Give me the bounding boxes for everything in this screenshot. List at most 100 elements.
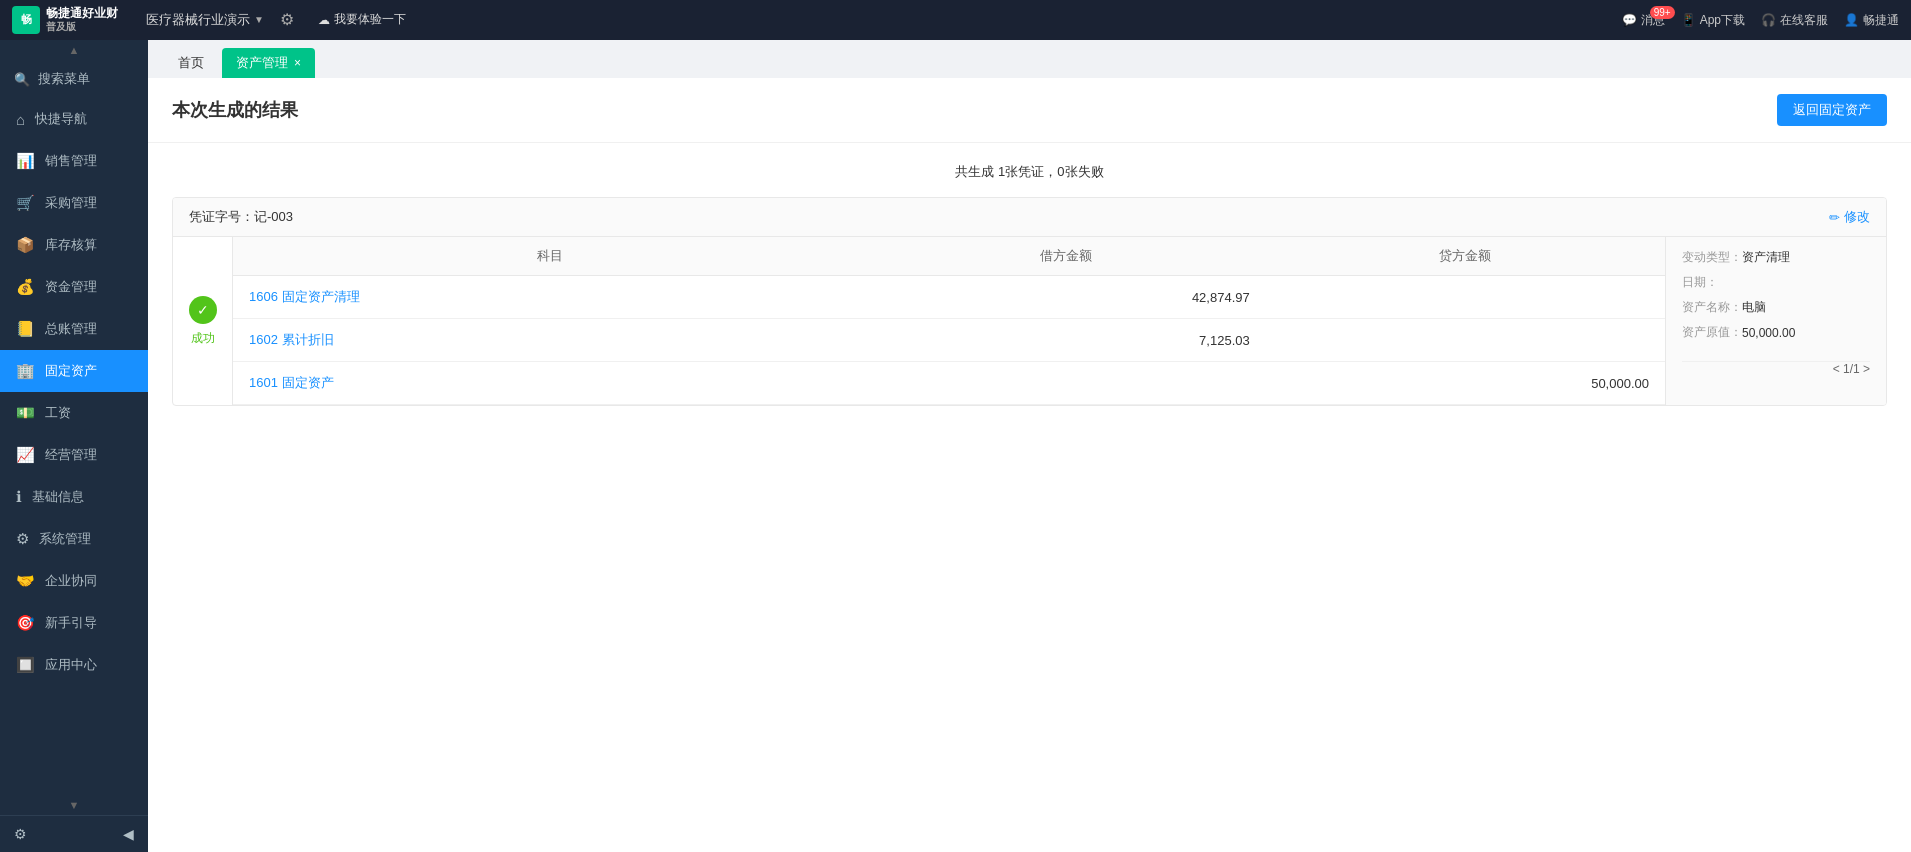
result-summary: 共生成 1张凭证，0张失败 — [148, 143, 1911, 197]
header-right: 💬 消息 99+ 📱 App下载 🎧 在线客服 👤 畅捷通 — [1622, 12, 1899, 29]
asset-value-row: 资产原值： 50,000.00 — [1682, 324, 1870, 341]
operations-label: 经营管理 — [45, 446, 97, 464]
basic-info-label: 基础信息 — [32, 488, 84, 506]
voucher-table: 科目 借方金额 贷方金额 1606 固定资产清理 42,874.97 — [233, 237, 1666, 405]
sidebar-item-operations[interactable]: 📈 经营管理 — [0, 434, 148, 476]
basic-info-icon: ℹ — [16, 488, 22, 506]
sidebar-item-inventory[interactable]: 📦 库存核算 — [0, 224, 148, 266]
row3-credit: 50,000.00 — [1266, 362, 1665, 405]
edit-button[interactable]: ✏ 修改 — [1829, 208, 1870, 226]
guide-label: 新手引导 — [45, 614, 97, 632]
app-logo-text-block: 畅捷通好业财 普及版 — [46, 6, 118, 34]
voucher-status: ✓ 成功 — [173, 237, 233, 405]
app-download-label: App下载 — [1700, 12, 1745, 29]
experience-button[interactable]: ☁ 我要体验一下 — [318, 11, 406, 28]
online-service-label: 在线客服 — [1780, 12, 1828, 29]
success-text: 成功 — [191, 330, 215, 347]
messages-button[interactable]: 💬 消息 99+ — [1622, 12, 1665, 29]
page-title: 本次生成的结果 — [172, 98, 298, 122]
tab-asset-management[interactable]: 资产管理 × — [222, 48, 315, 78]
sidebar-item-quick-nav[interactable]: ⌂ 快捷导航 — [0, 98, 148, 140]
messages-badge: 99+ — [1650, 6, 1675, 19]
asset-value-label: 资产原值： — [1682, 324, 1742, 341]
sidebar: ▲ 🔍 搜索菜单 ⌂ 快捷导航 📊 销售管理 🛒 采购管理 📦 库存 — [0, 40, 148, 852]
voucher-number: 凭证字号：记-003 — [189, 208, 293, 226]
tab-close-icon[interactable]: × — [294, 56, 301, 70]
change-type-row: 变动类型： 资产清理 — [1682, 249, 1870, 266]
sidebar-search[interactable]: 🔍 搜索菜单 — [0, 60, 148, 98]
row3-debit — [866, 362, 1265, 405]
asset-name-label: 资产名称： — [1682, 299, 1742, 316]
sidebar-scroll-up[interactable]: ▲ — [0, 40, 148, 60]
sidebar-item-app-center[interactable]: 🔲 应用中心 — [0, 644, 148, 686]
header-left: 畅 畅捷通好业财 普及版 医疗器械行业演示 ▼ ⚙ ☁ 我要体验一下 — [12, 6, 406, 34]
col-credit: 贷方金额 — [1266, 237, 1665, 276]
app-name: 畅捷通好业财 — [46, 6, 118, 20]
edit-icon: ✏ — [1829, 210, 1840, 225]
row3-code: 1601 固定资产 — [233, 362, 866, 405]
sidebar-item-enterprise[interactable]: 🤝 企业协同 — [0, 560, 148, 602]
sidebar-item-payroll[interactable]: 💵 工资 — [0, 392, 148, 434]
change-type-label: 变动类型： — [1682, 249, 1742, 266]
sidebar-scroll-down[interactable]: ▼ — [0, 795, 148, 815]
online-service-button[interactable]: 🎧 在线客服 — [1761, 12, 1828, 29]
funds-icon: 💰 — [16, 278, 35, 296]
sidebar-settings-icon[interactable]: ⚙ — [14, 826, 27, 842]
app-logo: 畅 畅捷通好业财 普及版 — [12, 6, 118, 34]
sidebar-item-purchase[interactable]: 🛒 采购管理 — [0, 182, 148, 224]
tab-bar: 首页 资产管理 × — [148, 40, 1911, 78]
operations-icon: 📈 — [16, 446, 35, 464]
ledger-icon: 📒 — [16, 320, 35, 338]
asset-name-row: 资产名称： 电脑 — [1682, 299, 1870, 316]
sidebar-item-basic-info[interactable]: ℹ 基础信息 — [0, 476, 148, 518]
company-selector[interactable]: 医疗器械行业演示 ▼ — [146, 11, 264, 29]
top-header: 畅 畅捷通好业财 普及版 医疗器械行业演示 ▼ ⚙ ☁ 我要体验一下 💬 消息 … — [0, 0, 1911, 40]
user-avatar-icon: 👤 — [1844, 13, 1859, 27]
return-button[interactable]: 返回固定资产 — [1777, 94, 1887, 126]
table-row: 1602 累计折旧 7,125.03 — [233, 319, 1665, 362]
tab-active-label: 资产管理 — [236, 54, 288, 72]
sidebar-item-system[interactable]: ⚙ 系统管理 — [0, 518, 148, 560]
user-label: 畅捷通 — [1863, 12, 1899, 29]
sidebar-item-ledger[interactable]: 📒 总账管理 — [0, 308, 148, 350]
sidebar-collapse-icon[interactable]: ◀ — [123, 826, 134, 842]
page-header: 本次生成的结果 返回固定资产 — [148, 78, 1911, 143]
experience-label: 我要体验一下 — [334, 11, 406, 28]
sidebar-item-sales[interactable]: 📊 销售管理 — [0, 140, 148, 182]
purchase-label: 采购管理 — [45, 194, 97, 212]
search-icon: 🔍 — [14, 72, 30, 87]
voucher-pagination[interactable]: < 1/1 > — [1682, 361, 1870, 376]
asset-name-value: 电脑 — [1742, 299, 1766, 316]
ledger-label: 总账管理 — [45, 320, 97, 338]
system-label: 系统管理 — [39, 530, 91, 548]
voucher-body: ✓ 成功 科目 借方金额 贷方金额 — [173, 237, 1886, 405]
enterprise-label: 企业协同 — [45, 572, 97, 590]
app-download-button[interactable]: 📱 App下载 — [1681, 12, 1745, 29]
table-row: 1606 固定资产清理 42,874.97 — [233, 276, 1665, 319]
system-icon: ⚙ — [16, 530, 29, 548]
date-row: 日期： — [1682, 274, 1870, 291]
sidebar-bottom: ⚙ ◀ — [0, 815, 148, 852]
company-name: 医疗器械行业演示 — [146, 11, 250, 29]
date-label: 日期： — [1682, 274, 1742, 291]
page-area: 本次生成的结果 返回固定资产 共生成 1张凭证，0张失败 凭证字号：记-003 … — [148, 78, 1911, 852]
enterprise-icon: 🤝 — [16, 572, 35, 590]
sidebar-item-fixed-assets[interactable]: 🏢 固定资产 — [0, 350, 148, 392]
app-download-icon: 📱 — [1681, 13, 1696, 27]
tab-home[interactable]: 首页 — [164, 48, 218, 78]
fixed-assets-label: 固定资产 — [45, 362, 97, 380]
funds-label: 资金管理 — [45, 278, 97, 296]
row1-debit: 42,874.97 — [866, 276, 1265, 319]
sidebar-item-funds[interactable]: 💰 资金管理 — [0, 266, 148, 308]
quick-nav-icon: ⌂ — [16, 111, 25, 128]
service-icon: 🎧 — [1761, 13, 1776, 27]
user-button[interactable]: 👤 畅捷通 — [1844, 12, 1899, 29]
voucher-sidebar: 变动类型： 资产清理 日期： 资产名称： 电脑 资产原值： — [1666, 237, 1886, 405]
sidebar-item-guide[interactable]: 🎯 新手引导 — [0, 602, 148, 644]
app-logo-icon: 畅 — [12, 6, 40, 34]
company-settings-icon[interactable]: ⚙ — [280, 10, 294, 29]
row2-code: 1602 累计折旧 — [233, 319, 866, 362]
payroll-icon: 💵 — [16, 404, 35, 422]
sales-icon: 📊 — [16, 152, 35, 170]
inventory-label: 库存核算 — [45, 236, 97, 254]
